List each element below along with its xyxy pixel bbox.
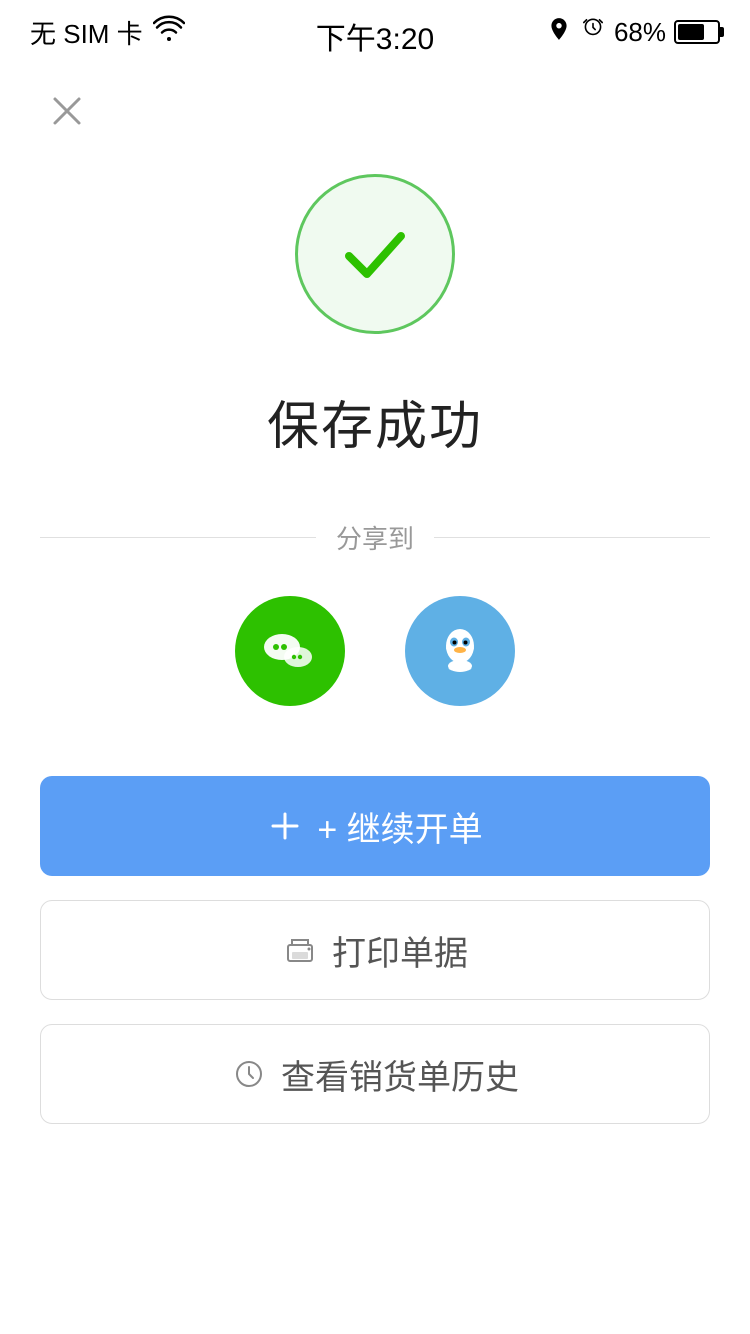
plus-icon — [267, 808, 303, 844]
print-button[interactable]: 打印单据 — [40, 900, 710, 1000]
status-left: 无 SIM 卡 — [30, 13, 185, 52]
status-right: 68% — [546, 16, 720, 49]
status-bar: 无 SIM 卡 下午3:20 68% — [0, 0, 750, 64]
print-icon — [282, 932, 318, 968]
battery-icon-block — [674, 20, 720, 44]
share-section: 分享到 — [40, 519, 710, 706]
history-label: 查看销货单历史 — [281, 1050, 519, 1099]
wifi-icon — [153, 13, 185, 52]
continue-label: + 继续开单 — [317, 802, 482, 851]
status-time: 下午3:20 — [316, 14, 434, 58]
continue-button[interactable]: + 继续开单 — [40, 776, 710, 876]
action-buttons: + 继续开单 打印单据 查看销货单历史 — [40, 776, 710, 1124]
success-icon-circle — [295, 174, 455, 334]
qq-share-button[interactable] — [405, 596, 515, 706]
history-button[interactable]: 查看销货单历史 — [40, 1024, 710, 1124]
share-label: 分享到 — [336, 519, 414, 556]
clock-icon — [231, 1056, 267, 1092]
location-icon — [546, 16, 572, 49]
checkmark-icon — [335, 214, 415, 294]
share-icons — [235, 596, 515, 706]
main-content: 保存成功 分享到 — [0, 64, 750, 1334]
print-label: 打印单据 — [332, 926, 468, 975]
wechat-share-button[interactable] — [235, 596, 345, 706]
alarm-icon — [580, 16, 606, 49]
carrier-text: 无 SIM 卡 — [30, 14, 143, 51]
share-divider: 分享到 — [40, 519, 710, 556]
battery-percent: 68% — [614, 17, 666, 48]
success-title: 保存成功 — [267, 384, 483, 459]
qq-icon — [427, 618, 493, 684]
wechat-icon — [256, 617, 324, 685]
close-button[interactable] — [40, 84, 94, 138]
divider-line-left — [40, 537, 316, 538]
divider-line-right — [434, 537, 710, 538]
